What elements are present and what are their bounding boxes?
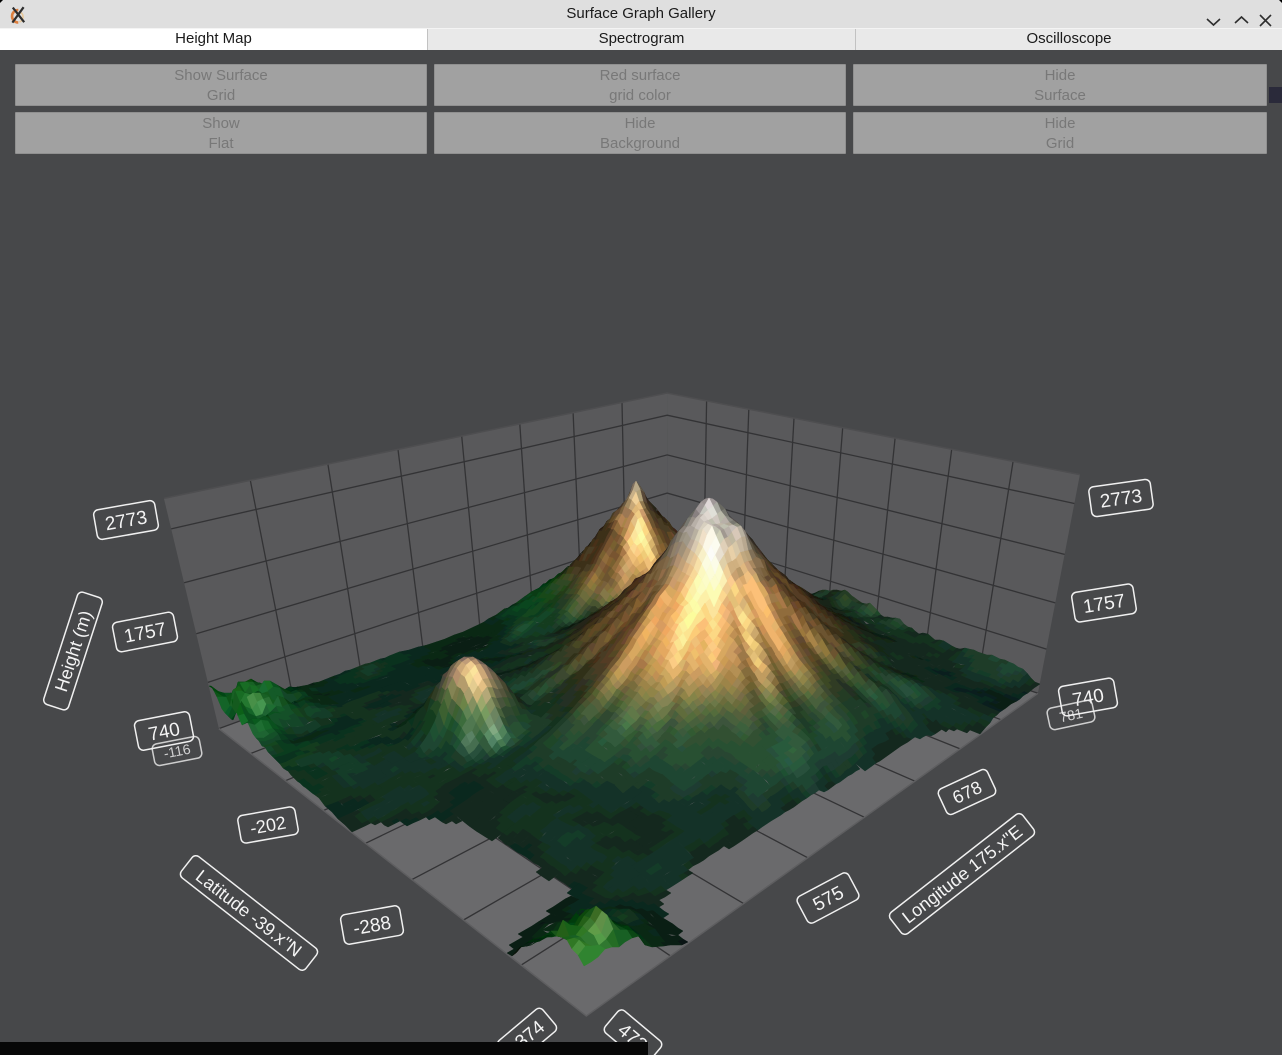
svg-text:2773: 2773 — [1099, 486, 1144, 513]
svg-text:Height (m): Height (m) — [51, 608, 96, 694]
svg-text:Latitude -39.x"N: Latitude -39.x"N — [192, 866, 306, 961]
svg-text:-116: -116 — [162, 741, 192, 762]
svg-text:Longitude 175.x"E: Longitude 175.x"E — [898, 821, 1026, 927]
svg-text:-202: -202 — [249, 812, 288, 838]
svg-text:2773: 2773 — [104, 507, 149, 535]
svg-text:-288: -288 — [352, 913, 393, 940]
svg-text:781: 781 — [1058, 705, 1084, 726]
svg-text:1757: 1757 — [122, 619, 168, 648]
svg-text:1757: 1757 — [1082, 591, 1127, 618]
